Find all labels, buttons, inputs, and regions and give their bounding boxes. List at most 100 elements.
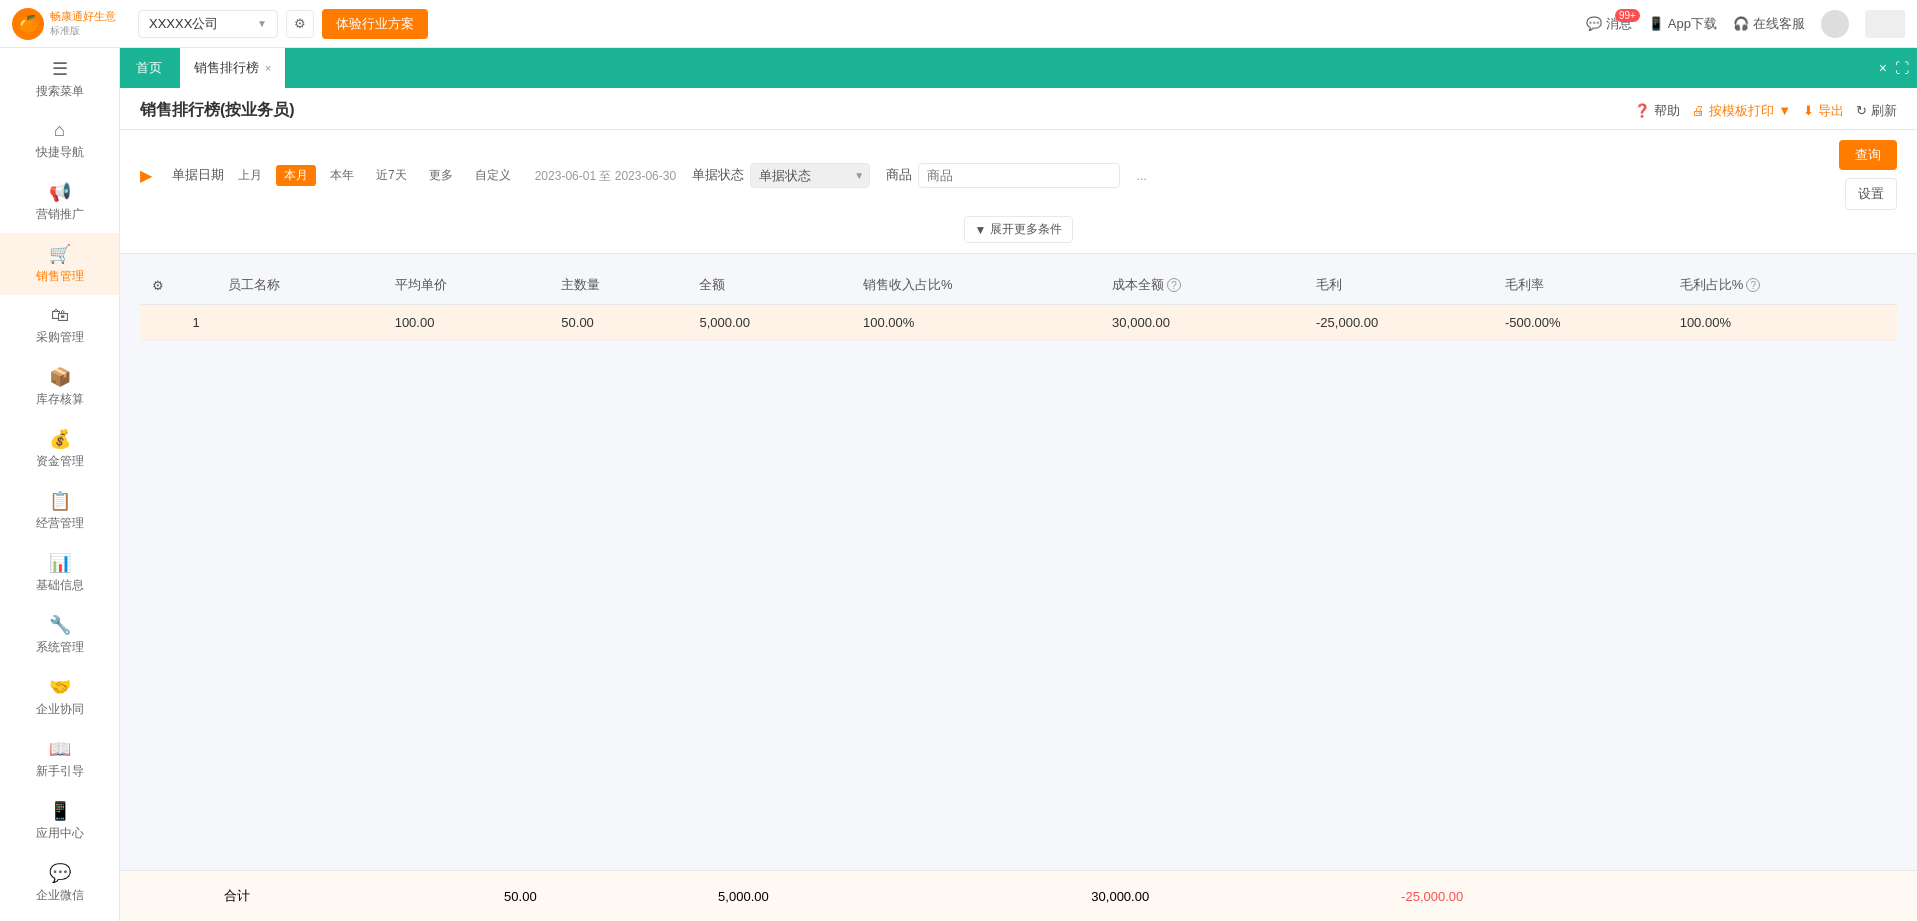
sidebar-item-label: 应用中心 (36, 825, 84, 842)
logo-sub: 标准版 (50, 24, 116, 38)
print-icon: 🖨 (1692, 103, 1705, 118)
header-actions: ❓ 帮助 🖨 按模板打印 ▼ ⬇ 导出 ↻ (1634, 102, 1897, 120)
help-icon: ❓ (1634, 103, 1650, 118)
basic-info-icon: 📊 (49, 552, 71, 574)
online-service-label: 在线客服 (1753, 15, 1805, 33)
gear-icon: ⚙ (294, 16, 306, 31)
guide-icon: 📖 (49, 738, 71, 760)
sidebar-item-wechat[interactable]: 💬 企业微信 (0, 852, 119, 914)
company-name: XXXXX公司 (149, 15, 218, 33)
export-button[interactable]: ⬇ 导出 (1803, 102, 1844, 120)
sidebar-item-guide[interactable]: 📖 新手引导 (0, 728, 119, 790)
date-range-text: 2023-06-01 至 2023-06-30 (535, 168, 676, 185)
date-tab-prev-month[interactable]: 上月 (230, 165, 270, 186)
filter-area: ▶ 单据日期 上月 本月 本年 近7天 更多 自定义 (120, 130, 1917, 254)
tab-bar: 首页 销售排行榜 × × ⛶ (120, 48, 1917, 88)
date-tab-current-month[interactable]: 本月 (276, 165, 316, 186)
sidebar-item-search-order[interactable]: ☰ 搜索菜单 (0, 48, 119, 110)
message-button[interactable]: 💬 消息 99+ (1586, 15, 1632, 33)
row-qty-cell: 50.00 (549, 305, 687, 341)
table-area: ⚙ 员工名称 平均单价 主数量 全额 销售收入占比% 成本 (120, 254, 1917, 870)
row-settings-cell (140, 305, 176, 341)
sidebar-item-system[interactable]: 🔧 系统管理 (0, 604, 119, 666)
footer-total-label: 合计 (212, 881, 401, 911)
col-settings[interactable]: ⚙ (140, 266, 176, 305)
date-tab-year[interactable]: 本年 (322, 165, 362, 186)
date-tab-more[interactable]: 更多 (421, 165, 461, 186)
filter-status: 单据状态 单据状态 ▼ (692, 163, 870, 188)
footer-qty-cell: 50.00 (492, 881, 706, 911)
sidebar-item-marketing[interactable]: 📢 营销推广 (0, 171, 119, 233)
chevron-down-icon: ▼ (975, 223, 987, 237)
row-rank-cell: 1 (176, 305, 216, 341)
cost-info-icon[interactable]: ? (1167, 278, 1181, 292)
sidebar-item-basic-info[interactable]: 📊 基础信息 (0, 542, 119, 604)
filter-collapse-icon[interactable]: ▶ (140, 166, 152, 185)
table-row: 1 100.00 50.00 5,000.00 100.00% 30,000.0… (140, 305, 1897, 341)
footer-cost-cell: 30,000.00 (1079, 881, 1389, 911)
app-download-button[interactable]: 📱 App下载 (1648, 15, 1717, 33)
sidebar-item-inventory[interactable]: 📦 库存核算 (0, 356, 119, 418)
row-gross-rate-cell: -500.00% (1493, 305, 1668, 341)
refresh-icon: ↻ (1856, 103, 1867, 118)
app-download-label: App下载 (1668, 15, 1717, 33)
date-tab-custom[interactable]: 自定义 (467, 165, 519, 186)
query-button[interactable]: 查询 (1839, 140, 1897, 170)
sidebar-item-label: 销售管理 (36, 268, 84, 285)
app-download-icon: 📱 (1648, 16, 1664, 31)
sidebar-item-sales[interactable]: 🛒 销售管理 (0, 233, 119, 295)
filter-more-icon[interactable]: ... (1136, 168, 1147, 183)
chevron-down-icon: ▼ (257, 18, 267, 29)
col-avg-price: 平均单价 (383, 266, 550, 305)
company-selector[interactable]: XXXXX公司 ▼ (138, 10, 278, 38)
page-header: 销售排行榜(按业务员) ❓ 帮助 🖨 按模板打印 ▼ ⬇ (120, 88, 1917, 130)
sidebar-item-finance[interactable]: 💰 资金管理 (0, 418, 119, 480)
footer-gross-rate-cell (1715, 881, 1806, 911)
system-icon: 🔧 (49, 614, 71, 636)
tab-sales-ranking[interactable]: 销售排行榜 × (180, 48, 285, 88)
sidebar-item-member[interactable]: V 畅会员 (0, 914, 119, 921)
tab-maximize-icon[interactable]: ⛶ (1895, 60, 1909, 76)
message-badge: 99+ (1615, 9, 1640, 22)
gross-ratio-info-icon[interactable]: ? (1746, 278, 1760, 292)
refresh-button[interactable]: ↻ 刷新 (1856, 102, 1897, 120)
row-gross-cell: -25,000.00 (1304, 305, 1493, 341)
tab-close-icon[interactable]: × (265, 62, 271, 74)
avatar[interactable] (1821, 10, 1849, 38)
sidebar-item-purchase[interactable]: 🛍 采购管理 (0, 295, 119, 356)
logo-text: 畅康通好生意 (50, 9, 116, 23)
finance-icon: 💰 (49, 428, 71, 450)
online-service-button[interactable]: 🎧 在线客服 (1733, 15, 1805, 33)
sidebar-item-operations[interactable]: 📋 经营管理 (0, 480, 119, 542)
sidebar-item-app-center[interactable]: 📱 应用中心 (0, 790, 119, 852)
sidebar-item-label: 基础信息 (36, 577, 84, 594)
footer-gross-cell: -25,000.00 (1389, 881, 1715, 911)
row-cost-cell: 30,000.00 (1100, 305, 1304, 341)
date-tabs: 上月 本月 本年 近7天 更多 自定义 (230, 165, 519, 186)
operations-icon: 📋 (49, 490, 71, 512)
logo-area: 🍊 畅康通好生意 标准版 (12, 8, 130, 40)
col-amount: 全额 (687, 266, 851, 305)
search-menu-icon: ☰ (52, 58, 68, 80)
user-name-area (1865, 10, 1905, 38)
settings-button[interactable]: ⚙ (286, 10, 314, 38)
help-button[interactable]: ❓ 帮助 (1634, 102, 1680, 120)
tab-home[interactable]: 首页 (120, 48, 178, 88)
col-cost: 成本全额 ? (1100, 266, 1304, 305)
date-tab-7days[interactable]: 近7天 (368, 165, 415, 186)
sidebar-item-label: 库存核算 (36, 391, 84, 408)
inventory-icon: 📦 (49, 366, 71, 388)
sidebar-item-label: 搜索菜单 (36, 83, 84, 100)
purchase-icon: 🛍 (51, 305, 69, 326)
sidebar-item-enterprise[interactable]: 🤝 企业协同 (0, 666, 119, 728)
sidebar-item-quick-nav[interactable]: ⌂ 快捷导航 (0, 110, 119, 171)
print-button[interactable]: 🖨 按模板打印 ▼ (1692, 102, 1791, 120)
filter-date: 单据日期 上月 本月 本年 近7天 更多 自定义 (172, 165, 519, 186)
try-industry-button[interactable]: 体验行业方案 (322, 9, 428, 39)
tab-sales-ranking-label: 销售排行榜 (194, 59, 259, 77)
tab-close-window-icon[interactable]: × (1879, 60, 1887, 76)
expand-more-button[interactable]: ▼ 展开更多条件 (964, 216, 1074, 243)
filter-settings-button[interactable]: 设置 (1845, 178, 1897, 210)
status-select[interactable]: 单据状态 (750, 163, 870, 188)
goods-input[interactable] (918, 163, 1120, 188)
